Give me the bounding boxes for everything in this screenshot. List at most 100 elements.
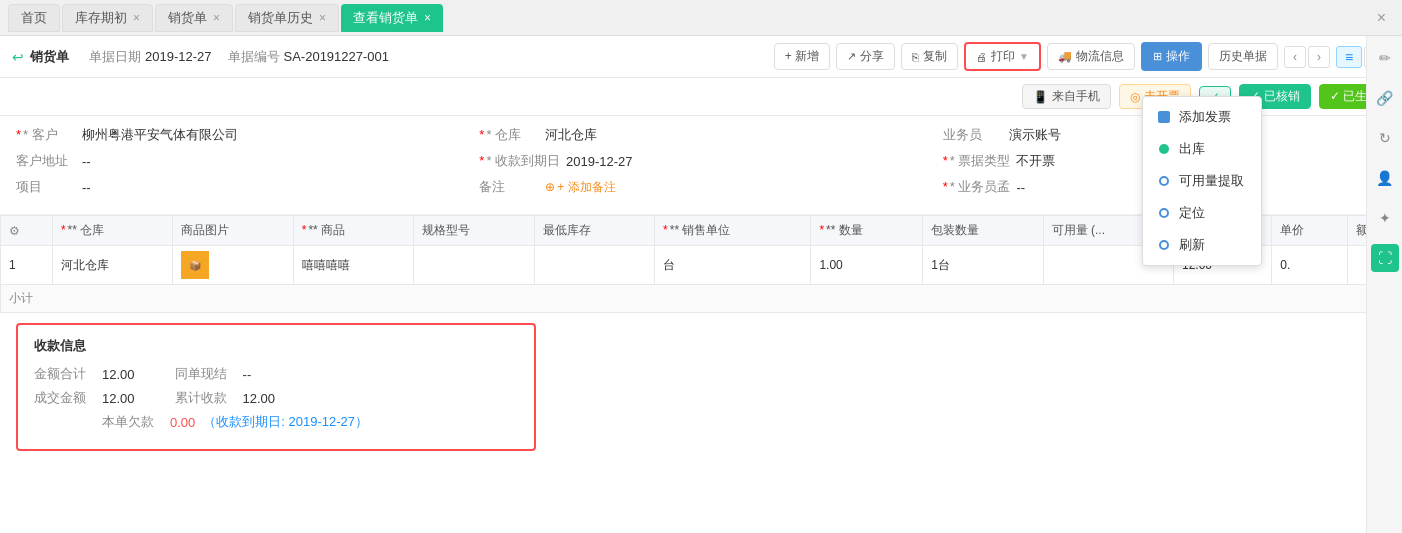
th-pack-qty: 包装数量 <box>923 216 1043 246</box>
transaction-amount-item: 成交金额 12.00 <box>34 389 135 407</box>
subtotal-row: 小计 <box>1 285 1402 313</box>
transaction-amount-label: 成交金额 <box>34 389 94 407</box>
dropdown-menu: 添加发票 出库 可用量提取 定位 <box>1142 96 1262 266</box>
this-order-due-label: 本单欠款 <box>102 413 162 431</box>
due-date-note: （收款到期日: 2019-12-27） <box>203 413 368 431</box>
warehouse-value: 河北仓库 <box>545 126 597 144</box>
row-qty: 1.00 <box>811 246 923 285</box>
tab-inventory-open[interactable]: 库存期初 × <box>62 4 153 32</box>
prev-arrow[interactable]: ‹ <box>1284 46 1306 68</box>
share-button[interactable]: ↗ 分享 <box>836 43 895 70</box>
cumulative-collection-value: 12.00 <box>243 391 276 406</box>
same-order-settle-value: -- <box>243 367 252 382</box>
th-qty: ** 数量 <box>811 216 923 246</box>
from-phone-button[interactable]: 📱 来自手机 <box>1022 84 1111 109</box>
doc-number-field: 单据编号 SA-20191227-001 <box>228 48 390 66</box>
refresh-item[interactable]: 刷新 <box>1143 229 1261 261</box>
warehouse-label: * 仓库 <box>479 126 539 144</box>
add-button[interactable]: + 新增 <box>774 43 830 70</box>
sidebar-star-icon[interactable]: ✦ <box>1371 204 1399 232</box>
th-unit: ** 销售单位 <box>655 216 811 246</box>
due-date-value: 2019-12-27 <box>566 154 633 169</box>
row-product: 嘻嘻嘻嘻 <box>293 246 413 285</box>
sidebar-rotate-icon[interactable]: ↻ <box>1371 124 1399 152</box>
ticket-value: 不开票 <box>1016 152 1055 170</box>
close-sales-tab[interactable]: × <box>213 11 220 25</box>
available-qty-icon <box>1157 174 1171 188</box>
print-button[interactable]: 🖨 打印 ▼ <box>964 42 1041 71</box>
copy-button[interactable]: ⎘ 复制 <box>901 43 958 70</box>
close-view-sales-tab[interactable]: × <box>424 11 431 25</box>
nav-arrows: ‹ › <box>1284 46 1330 68</box>
th-warehouse: ** 仓库 <box>52 216 172 246</box>
total-amount-value: 12.00 <box>102 367 135 382</box>
list-view-button[interactable]: ≡ <box>1336 46 1362 68</box>
row-min-stock <box>534 246 654 285</box>
number-label: 单据编号 <box>228 48 280 66</box>
total-amount-label: 金额合计 <box>34 365 94 383</box>
salesperson-value: -- <box>1016 180 1025 195</box>
this-order-due-value: 0.00 <box>170 415 195 430</box>
add-note-button[interactable]: ⊕ + 添加备注 <box>545 179 615 196</box>
sidebar-expand-icon[interactable]: ⛶ <box>1371 244 1399 272</box>
refresh-icon <box>1157 238 1171 252</box>
locate-item[interactable]: 定位 <box>1143 197 1261 229</box>
same-order-settle-label: 同单现结 <box>175 365 235 383</box>
available-qty-item[interactable]: 可用量提取 <box>1143 165 1261 197</box>
window-close-button[interactable]: × <box>1369 9 1394 27</box>
subtotal-label: 小计 <box>1 285 1402 313</box>
payment-row-1: 金额合计 12.00 同单现结 -- <box>34 365 518 383</box>
outbound-icon <box>1157 142 1171 156</box>
date-label: 单据日期 <box>89 48 141 66</box>
add-invoice-item[interactable]: 添加发票 <box>1143 101 1261 133</box>
project-label: 项目 <box>16 178 76 196</box>
toolbar: + 新增 ↗ 分享 ⎘ 复制 🖨 打印 ▼ 🚚 物流信息 ⊞ 操作 <box>774 42 1390 71</box>
this-order-due-item: 本单欠款 0.00 （收款到期日: 2019-12-27） <box>102 413 368 431</box>
gear-icon[interactable]: ⚙ <box>9 224 20 238</box>
locate-icon <box>1157 206 1171 220</box>
tab-view-sales[interactable]: 查看销货单 × <box>341 4 443 32</box>
address-field: 客户地址 -- <box>16 152 459 170</box>
sidebar-link-icon[interactable]: 🔗 <box>1371 84 1399 112</box>
tab-home[interactable]: 首页 <box>8 4 60 32</box>
close-inventory-tab[interactable]: × <box>133 11 140 25</box>
cumulative-collection-label: 累计收款 <box>175 389 235 407</box>
customer-field: * 客户 柳州粤港平安气体有限公司 <box>16 126 459 144</box>
sidebar-edit-icon[interactable]: ✏ <box>1371 44 1399 72</box>
due-date-field: * 收款到期日 2019-12-27 <box>479 152 922 170</box>
tab-sales-order[interactable]: 销货单 × <box>155 4 233 32</box>
salesperson-label: * 业务员孟 <box>943 178 1011 196</box>
date-value: 2019-12-27 <box>145 49 212 64</box>
sidebar-user-icon[interactable]: 👤 <box>1371 164 1399 192</box>
tab-sales-history[interactable]: 销货单历史 × <box>235 4 339 32</box>
th-price: 单价 <box>1272 216 1348 246</box>
next-arrow[interactable]: › <box>1308 46 1330 68</box>
th-spec: 规格型号 <box>414 216 534 246</box>
row-price: 0. <box>1272 246 1348 285</box>
project-field: 项目 -- <box>16 178 459 196</box>
th-product: ** 商品 <box>293 216 413 246</box>
close-history-tab[interactable]: × <box>319 11 326 25</box>
doc-title: 销货单 <box>30 48 69 66</box>
tab-bar: 首页 库存期初 × 销货单 × 销货单历史 × 查看销货单 × × <box>0 0 1402 36</box>
due-date-label: * 收款到期日 <box>479 152 560 170</box>
payment-info-box: 收款信息 金额合计 12.00 同单现结 -- 成交金额 12.00 累计收款 <box>16 323 536 451</box>
address-label: 客户地址 <box>16 152 76 170</box>
warehouse-field: * 仓库 河北仓库 <box>479 126 922 144</box>
staff-value: 演示账号 <box>1009 126 1061 144</box>
logistics-button[interactable]: 🚚 物流信息 <box>1047 43 1135 70</box>
transaction-amount-value: 12.00 <box>102 391 135 406</box>
th-product-img: 商品图片 <box>173 216 293 246</box>
history-button[interactable]: 历史单据 <box>1208 43 1278 70</box>
th-gear[interactable]: ⚙ <box>1 216 53 246</box>
operation-button[interactable]: ⊞ 操作 <box>1141 42 1202 71</box>
bottom-section: 收款信息 金额合计 12.00 同单现结 -- 成交金额 12.00 累计收款 <box>0 313 1402 461</box>
dropdown-overlay: 添加发票 出库 可用量提取 定位 <box>1142 96 1262 266</box>
number-value: SA-20191227-001 <box>284 49 390 64</box>
row-warehouse: 河北仓库 <box>52 246 172 285</box>
doc-date-field: 单据日期 2019-12-27 <box>89 48 212 66</box>
product-image: 📦 <box>181 251 209 279</box>
doc-meta: 单据日期 2019-12-27 单据编号 SA-20191227-001 <box>89 48 774 66</box>
right-sidebar: ✏ 🔗 ↻ 👤 ✦ ⛶ <box>1366 36 1402 533</box>
outbound-item[interactable]: 出库 <box>1143 133 1261 165</box>
